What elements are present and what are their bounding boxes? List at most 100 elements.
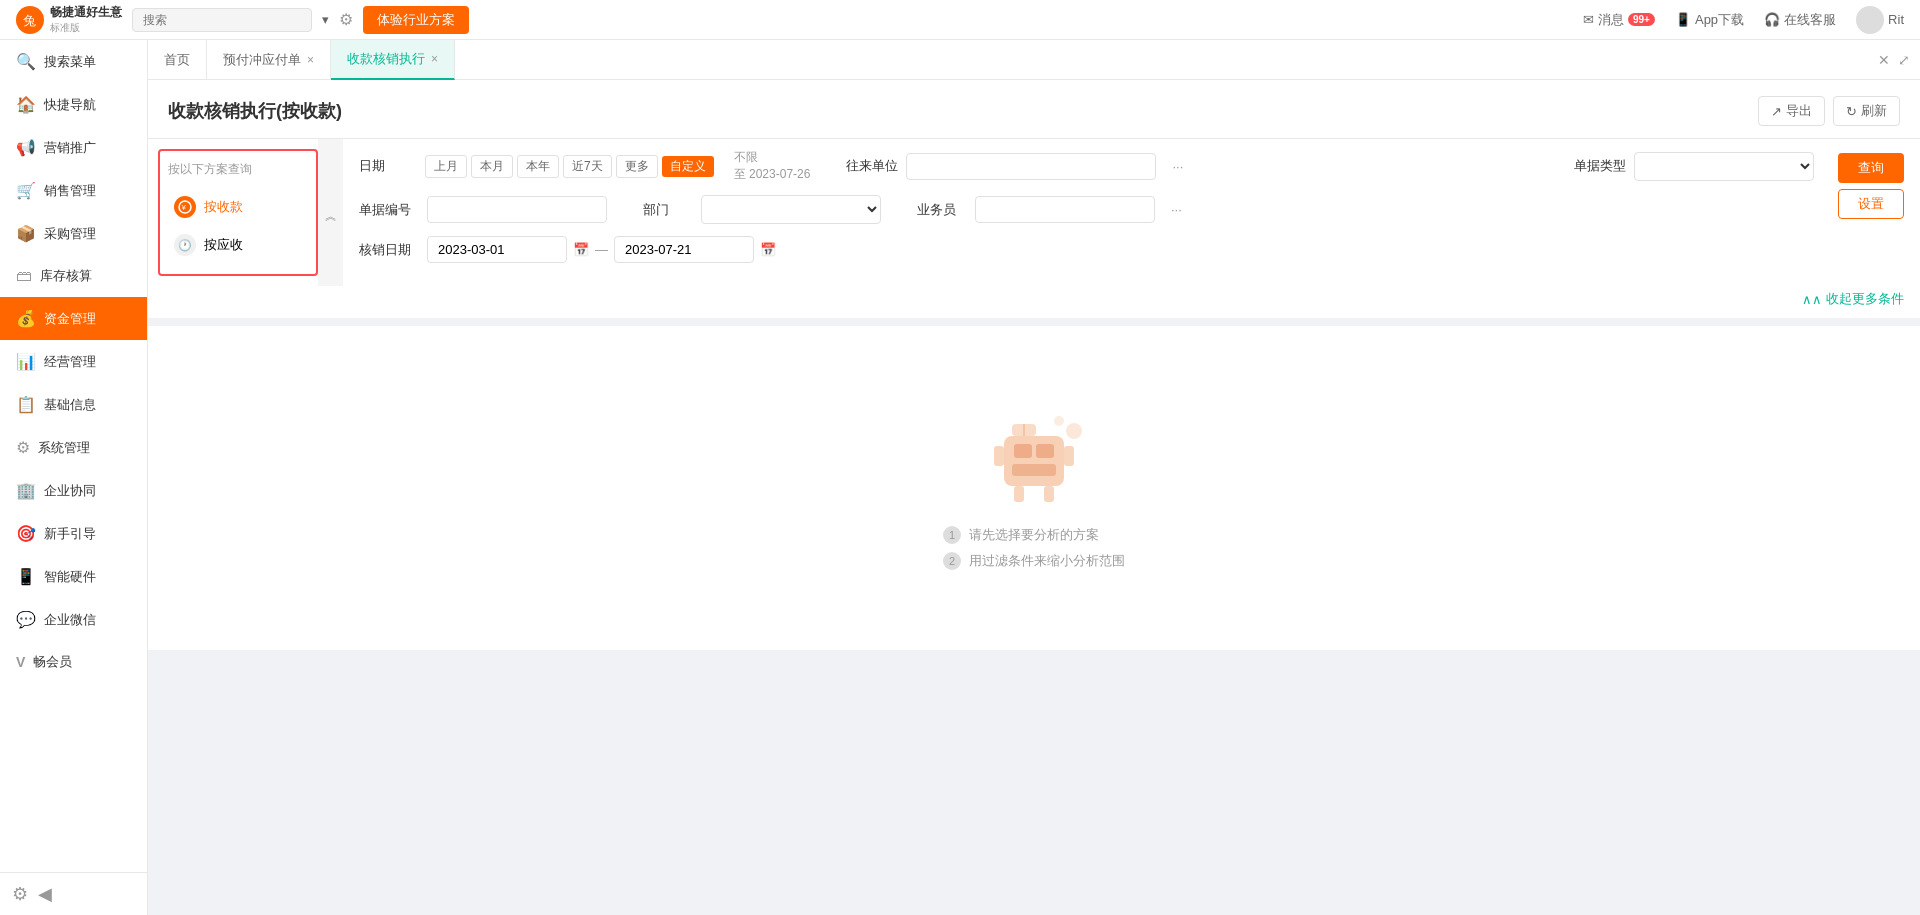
writeoff-date-start[interactable] [427,236,567,263]
counterparty-label: 往来单位 [846,157,898,175]
tab-receive-writeoff-close[interactable]: × [431,52,438,66]
query-button[interactable]: 查询 [1838,153,1904,183]
member-icon: V [16,654,25,670]
tab-bar: 首页 预付冲应付单 × 收款核销执行 × ✕ ⤢ [148,40,1920,80]
close-tab-icon[interactable]: ✕ [1878,52,1890,68]
filter-settings-button[interactable]: 设置 [1838,189,1904,219]
chart-icon: 📊 [16,352,36,371]
hint-num-1: 1 [943,526,961,544]
online-service-btn[interactable]: 🎧 在线客服 [1764,11,1836,29]
bottom-settings-icon[interactable]: ⚙ [12,883,28,905]
collapse-sidebar-icon[interactable]: ◀ [38,883,52,905]
tab-bar-right: ✕ ⤢ [1878,52,1920,68]
sidebar-item-member[interactable]: V 畅会员 [0,641,147,683]
chat-icon: 💬 [16,610,36,629]
salesperson-ellipsis[interactable]: ··· [1163,198,1190,221]
filter-by-receivable-label: 按应收 [204,236,243,254]
sidebar-item-label: 经营管理 [44,353,96,371]
filter-by-receivable[interactable]: 🕐 按应收 [168,226,308,264]
date-btn-7days[interactable]: 近7天 [563,155,612,178]
salesperson-input[interactable] [975,196,1155,223]
date-no-limit: 不限 [734,149,811,166]
solution-button[interactable]: 体验行业方案 [363,6,469,34]
sidebar-item-operation[interactable]: 📊 经营管理 [0,340,147,383]
sidebar-item-hardware[interactable]: 📱 智能硬件 [0,555,147,598]
sidebar-item-marketing[interactable]: 📢 营销推广 [0,126,147,169]
sidebar-item-label: 资金管理 [44,310,96,328]
tab-prepay-close[interactable]: × [307,53,314,67]
date-btn-last-month[interactable]: 上月 [425,155,467,178]
date-btn-this-month[interactable]: 本月 [471,155,513,178]
sidebar-item-sales[interactable]: 🛒 销售管理 [0,169,147,212]
date-to: 至 2023-07-26 [734,166,811,183]
box-icon: 📦 [16,224,36,243]
sidebar-item-label: 基础信息 [44,396,96,414]
message-btn[interactable]: ✉ 消息 99+ [1583,11,1655,29]
app-download-btn[interactable]: 📱 App下载 [1675,11,1744,29]
dropdown-btn[interactable]: ▾ [322,12,329,27]
svg-rect-11 [1044,486,1054,502]
refresh-button[interactable]: ↻ 刷新 [1833,96,1900,126]
date-buttons: 上月 本月 本年 近7天 更多 自定义 [425,155,714,178]
search-input[interactable] [132,8,312,32]
collapse-more-label: 收起更多条件 [1826,290,1904,308]
sidebar-item-label: 销售管理 [44,182,96,200]
collapse-more-button[interactable]: ∧∧ 收起更多条件 [1802,290,1904,308]
refresh-label: 刷新 [1861,102,1887,120]
tab-receive-writeoff[interactable]: 收款核销执行 × [331,40,455,80]
user-info[interactable]: Rit [1856,6,1904,34]
date-btn-more[interactable]: 更多 [616,155,658,178]
page-header: 收款核销执行(按收款) ↗ 导出 ↻ 刷新 [148,80,1920,139]
writeoff-date-end[interactable] [614,236,754,263]
department-select[interactable] [701,195,881,224]
writeoff-date-label: 核销日期 [359,241,411,259]
tab-home-label: 首页 [164,51,190,69]
svg-rect-10 [1014,486,1024,502]
hint-text-1: 请先选择要分析的方案 [969,526,1099,544]
empty-state: 1 请先选择要分析的方案 2 用过滤条件来缩小分析范围 [148,326,1920,650]
settings-icon[interactable]: ⚙ [339,10,353,29]
empty-hints: 1 请先选择要分析的方案 2 用过滤条件来缩小分析范围 [943,526,1125,570]
counterparty-ellipsis[interactable]: ··· [1164,155,1191,178]
sidebar-item-quicknav[interactable]: 🏠 快捷导航 [0,83,147,126]
tab-prepay[interactable]: 预付冲应付单 × [207,40,331,80]
megaphone-icon: 📢 [16,138,36,157]
tab-home[interactable]: 首页 [148,40,207,80]
export-icon: ↗ [1771,104,1782,119]
gear-icon: ⚙ [16,438,30,457]
sidebar-bottom: ⚙ ◀ [0,872,147,915]
counterparty-input[interactable] [906,153,1156,180]
department-label: 部门 [643,201,693,219]
sidebar-item-inventory[interactable]: 🗃 库存核算 [0,255,147,297]
message-icon: ✉ [1583,12,1594,27]
sidebar-item-enterprise[interactable]: 🏢 企业协同 [0,469,147,512]
sidebar-item-system[interactable]: ⚙ 系统管理 [0,426,147,469]
sidebar-item-search[interactable]: 🔍 搜索菜单 [0,40,147,83]
sidebar-item-finance[interactable]: 💰 资金管理 [0,297,147,340]
sidebar-item-label: 搜索菜单 [44,53,96,71]
date-btn-this-year[interactable]: 本年 [517,155,559,178]
doc-number-input[interactable] [427,196,607,223]
sidebar-item-label: 企业微信 [44,611,96,629]
export-button[interactable]: ↗ 导出 [1758,96,1825,126]
collapse-filter-btn[interactable]: 《 [318,139,343,286]
page-actions: ↗ 导出 ↻ 刷新 [1758,96,1900,126]
hint-text-2: 用过滤条件来缩小分析范围 [969,552,1125,570]
sidebar-item-guide[interactable]: 🎯 新手引导 [0,512,147,555]
tab-receive-writeoff-label: 收款核销执行 [347,50,425,68]
sidebar-item-wechat[interactable]: 💬 企业微信 [0,598,147,641]
svg-rect-4 [1004,436,1064,486]
export-label: 导出 [1786,102,1812,120]
filter-by-receipt[interactable]: ¥ 按收款 [168,188,308,226]
svg-rect-6 [1036,444,1054,458]
expand-icon[interactable]: ⤢ [1898,52,1910,68]
sidebar-item-purchase[interactable]: 📦 采购管理 [0,212,147,255]
calendar-start-icon[interactable]: 📅 [573,242,589,257]
sidebar-item-basicinfo[interactable]: 📋 基础信息 [0,383,147,426]
doc-type-select[interactable] [1634,152,1814,181]
writeoff-date-range: 📅 — 📅 [427,236,776,263]
filter-left-panel: 按以下方案查询 ¥ 按收款 🕐 按应收 [158,149,318,276]
content-area: 首页 预付冲应付单 × 收款核销执行 × ✕ ⤢ 收款核销执行(按收款) [148,40,1920,915]
svg-point-15 [1054,416,1064,426]
calendar-end-icon[interactable]: 📅 [760,242,776,257]
